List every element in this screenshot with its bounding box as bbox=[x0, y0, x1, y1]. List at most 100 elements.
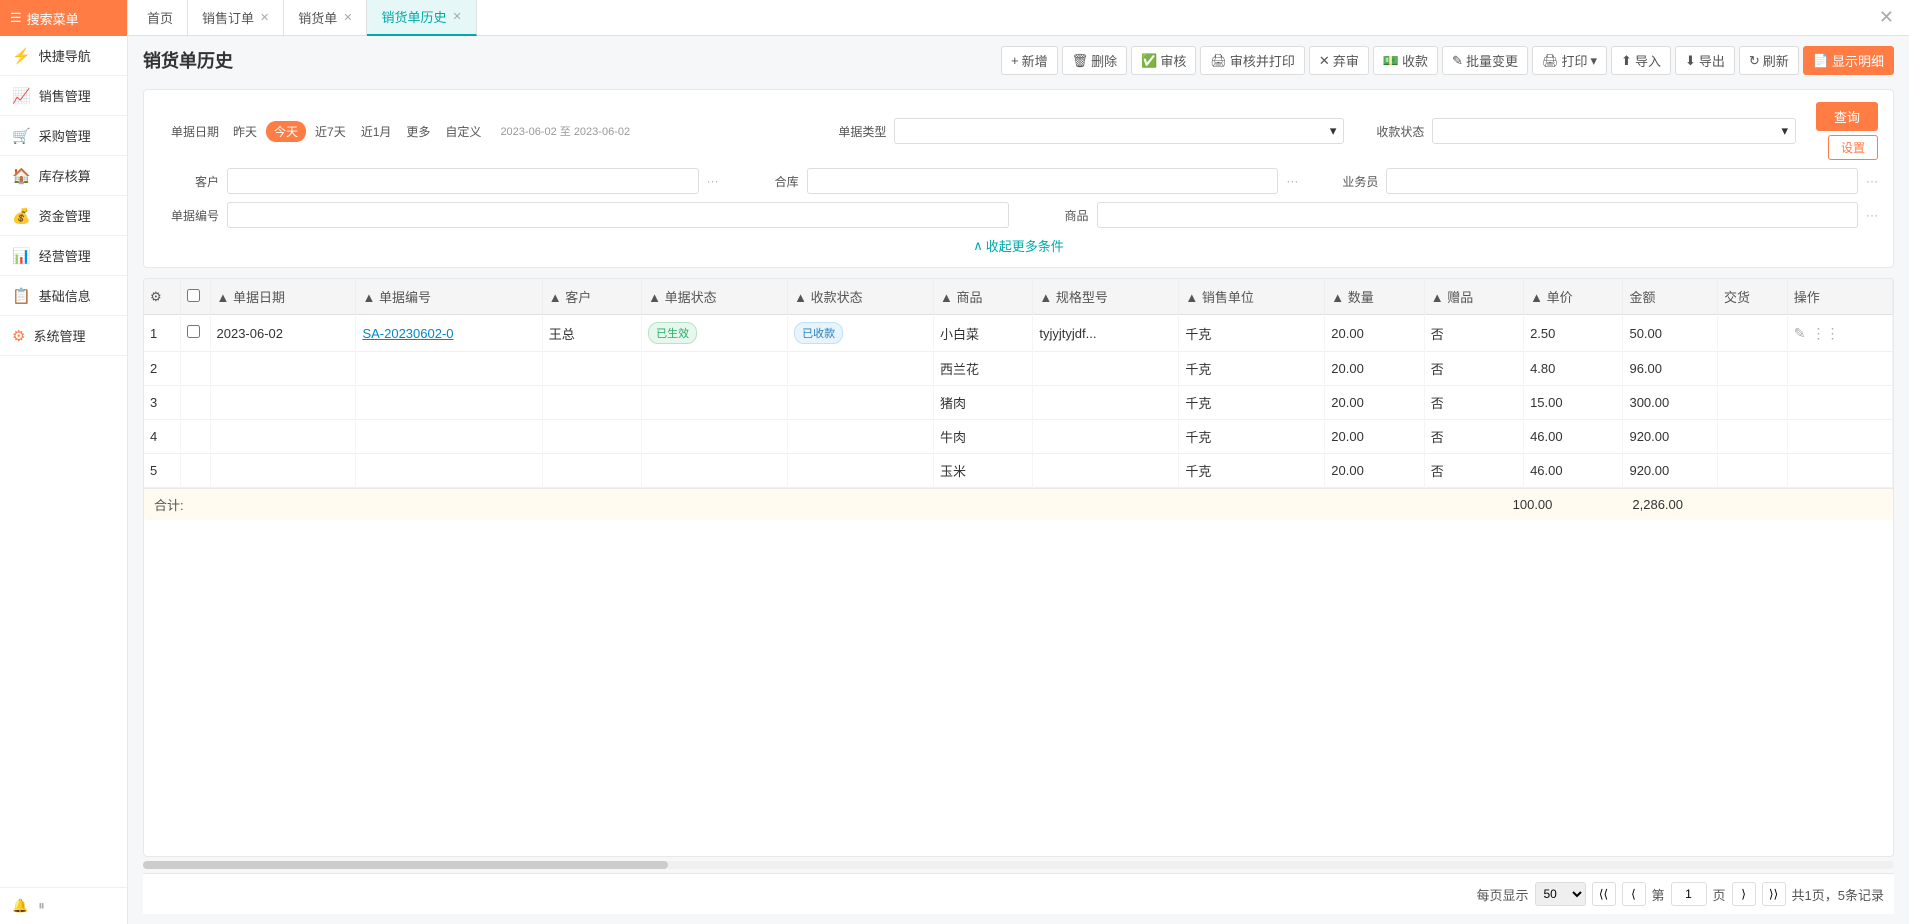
setting-button[interactable]: 设置 bbox=[1828, 135, 1878, 160]
batch-change-button[interactable]: ✎ 批量变更 bbox=[1442, 46, 1528, 75]
edit-action-icon[interactable]: ✎ bbox=[1794, 325, 1806, 342]
first-page-button[interactable]: ⟨⟨ bbox=[1592, 882, 1616, 906]
cell-doc-no bbox=[356, 454, 542, 488]
row-checkbox[interactable] bbox=[187, 325, 200, 338]
warehouse-input[interactable] bbox=[807, 168, 1279, 194]
sidebar-item-quick-nav[interactable]: ⚡ 快捷导航 bbox=[0, 36, 127, 76]
print-button[interactable]: 🖨 打印 ▾ bbox=[1532, 46, 1607, 75]
audit-button[interactable]: ✅ 审核 bbox=[1131, 46, 1196, 75]
col-customer[interactable]: ▲ 客户 bbox=[542, 279, 641, 315]
doc-type-select[interactable]: ▾ bbox=[894, 118, 1344, 144]
tab-sales-order[interactable]: 销售订单 ✕ bbox=[188, 0, 284, 36]
date-1month[interactable]: 近1月 bbox=[355, 121, 398, 142]
cell-settings: 5 bbox=[144, 454, 180, 488]
last-page-button[interactable]: ⟩⟩ bbox=[1762, 882, 1786, 906]
col-amount: 金额 bbox=[1623, 279, 1717, 315]
staff-input[interactable] bbox=[1386, 168, 1858, 194]
collapse-btn[interactable]: ∧ 收起更多条件 bbox=[973, 236, 1064, 255]
next-page-button[interactable]: ⟩ bbox=[1732, 882, 1756, 906]
cell-gift: 否 bbox=[1424, 352, 1523, 386]
tab-sales-history[interactable]: 销货单历史 ✕ bbox=[367, 0, 476, 36]
date-today[interactable]: 今天 bbox=[266, 121, 306, 142]
date-7days[interactable]: 近7天 bbox=[309, 121, 352, 142]
cell-date bbox=[210, 352, 356, 386]
col-price[interactable]: ▲ 单价 bbox=[1524, 279, 1623, 315]
col-goods[interactable]: ▲ 商品 bbox=[934, 279, 1033, 315]
delete-icon: 🗑 bbox=[1072, 53, 1089, 69]
delete-button[interactable]: 🗑 删除 bbox=[1062, 46, 1128, 75]
date-more[interactable]: 更多 bbox=[400, 121, 436, 142]
date-custom[interactable]: 自定义 bbox=[439, 121, 487, 142]
col-gift[interactable]: ▲ 赠品 bbox=[1424, 279, 1523, 315]
doc-type-label: 单据类型 bbox=[826, 123, 886, 140]
tab-sales-order-close[interactable]: ✕ bbox=[260, 11, 269, 24]
cell-gift: 否 bbox=[1424, 386, 1523, 420]
pause-icon[interactable]: ⏸ bbox=[38, 898, 45, 914]
tab-sales-goods-close[interactable]: ✕ bbox=[343, 11, 352, 24]
notification-icon[interactable]: 🔔 bbox=[12, 898, 28, 914]
date-yesterday[interactable]: 昨天 bbox=[227, 121, 263, 142]
sidebar-item-operations[interactable]: 📊 经营管理 bbox=[0, 236, 127, 276]
col-doc-no[interactable]: ▲ 单据编号 bbox=[356, 279, 542, 315]
doc-no-link[interactable]: SA-20230602-0 bbox=[362, 326, 453, 341]
cell-unit: 千克 bbox=[1179, 454, 1325, 488]
payment-status-select[interactable]: ▾ bbox=[1432, 118, 1796, 144]
col-settings[interactable]: ⚙ bbox=[144, 279, 180, 315]
sidebar-item-inventory[interactable]: 🏠 库存核算 bbox=[0, 156, 127, 196]
purchase-mgmt-icon: 🛒 bbox=[12, 127, 31, 145]
collect-button[interactable]: 💵 收款 bbox=[1373, 46, 1438, 75]
tab-sales-goods[interactable]: 销货单 ✕ bbox=[284, 0, 367, 36]
goods-input[interactable] bbox=[1097, 202, 1859, 228]
goods-more[interactable]: ··· bbox=[1866, 208, 1878, 222]
refresh-button[interactable]: ↻ 刷新 bbox=[1739, 46, 1799, 75]
sidebar-item-finance[interactable]: 💰 资金管理 bbox=[0, 196, 127, 236]
customer-input[interactable] bbox=[227, 168, 699, 194]
close-all-tabs[interactable]: ✕ bbox=[1869, 7, 1904, 28]
sidebar-item-label: 采购管理 bbox=[39, 126, 91, 145]
horizontal-scrollbar[interactable] bbox=[143, 861, 1894, 869]
cell-price: 4.80 bbox=[1524, 352, 1623, 386]
show-detail-button[interactable]: 📄 显示明细 bbox=[1803, 46, 1894, 75]
export-icon: ⬇ bbox=[1685, 53, 1696, 69]
doc-no-input[interactable] bbox=[227, 202, 1009, 228]
query-button[interactable]: 查询 bbox=[1816, 102, 1878, 131]
page-label: 第 bbox=[1652, 885, 1665, 904]
tab-sales-history-close[interactable]: ✕ bbox=[453, 10, 462, 23]
col-unit[interactable]: ▲ 销售单位 bbox=[1179, 279, 1325, 315]
export-button[interactable]: ⬇ 导出 bbox=[1675, 46, 1735, 75]
sidebar-item-sales-mgmt[interactable]: 📈 销售管理 bbox=[0, 76, 127, 116]
sidebar-header[interactable]: ☰ 搜索菜单 bbox=[0, 0, 127, 36]
staff-more[interactable]: ··· bbox=[1866, 174, 1878, 188]
total-qty: 100.00 bbox=[1513, 497, 1553, 512]
more-action-icon[interactable]: ⋮⋮ bbox=[1812, 325, 1840, 342]
sidebar-item-sys-mgmt[interactable]: ⚙ 系统管理 bbox=[0, 316, 127, 356]
customer-more[interactable]: ··· bbox=[707, 174, 719, 188]
prev-page-button[interactable]: ⟨ bbox=[1622, 882, 1646, 906]
cell-unit: 千克 bbox=[1179, 315, 1325, 352]
sidebar-item-basic-info[interactable]: 📋 基础信息 bbox=[0, 276, 127, 316]
col-date[interactable]: ▲ 单据日期 bbox=[210, 279, 356, 315]
cell-qty: 20.00 bbox=[1325, 454, 1424, 488]
cell-customer bbox=[542, 352, 641, 386]
cell-qty: 20.00 bbox=[1325, 315, 1424, 352]
pagination: 每页显示 50 100 200 ⟨⟨ ⟨ 第 页 ⟩ ⟩⟩ 共1页，5条记录 bbox=[143, 873, 1894, 914]
cell-gift: 否 bbox=[1424, 315, 1523, 352]
import-button[interactable]: ⬆ 导入 bbox=[1611, 46, 1671, 75]
settings-icon: ⚙ bbox=[150, 289, 162, 304]
warehouse-more[interactable]: ··· bbox=[1286, 174, 1298, 188]
add-button[interactable]: + 新增 bbox=[1001, 46, 1058, 75]
sidebar-item-purchase-mgmt[interactable]: 🛒 采购管理 bbox=[0, 116, 127, 156]
page-number-input[interactable] bbox=[1671, 882, 1707, 906]
col-doc-status[interactable]: ▲ 单据状态 bbox=[642, 279, 788, 315]
audit-icon: ✅ bbox=[1141, 53, 1157, 69]
audit-print-button[interactable]: 🖨 审核并打印 bbox=[1200, 46, 1305, 75]
date-range-text: 2023-06-02 至 2023-06-02 bbox=[500, 123, 630, 139]
col-spec[interactable]: ▲ 规格型号 bbox=[1033, 279, 1179, 315]
payment-status-badge: 已收款 bbox=[794, 322, 843, 344]
col-qty[interactable]: ▲ 数量 bbox=[1325, 279, 1424, 315]
per-page-select[interactable]: 50 100 200 bbox=[1535, 882, 1586, 906]
tab-home[interactable]: 首页 bbox=[133, 0, 188, 36]
select-all-checkbox[interactable] bbox=[187, 289, 200, 302]
col-payment-status[interactable]: ▲ 收款状态 bbox=[788, 279, 934, 315]
abandon-button[interactable]: ✕ 弃审 bbox=[1309, 46, 1369, 75]
